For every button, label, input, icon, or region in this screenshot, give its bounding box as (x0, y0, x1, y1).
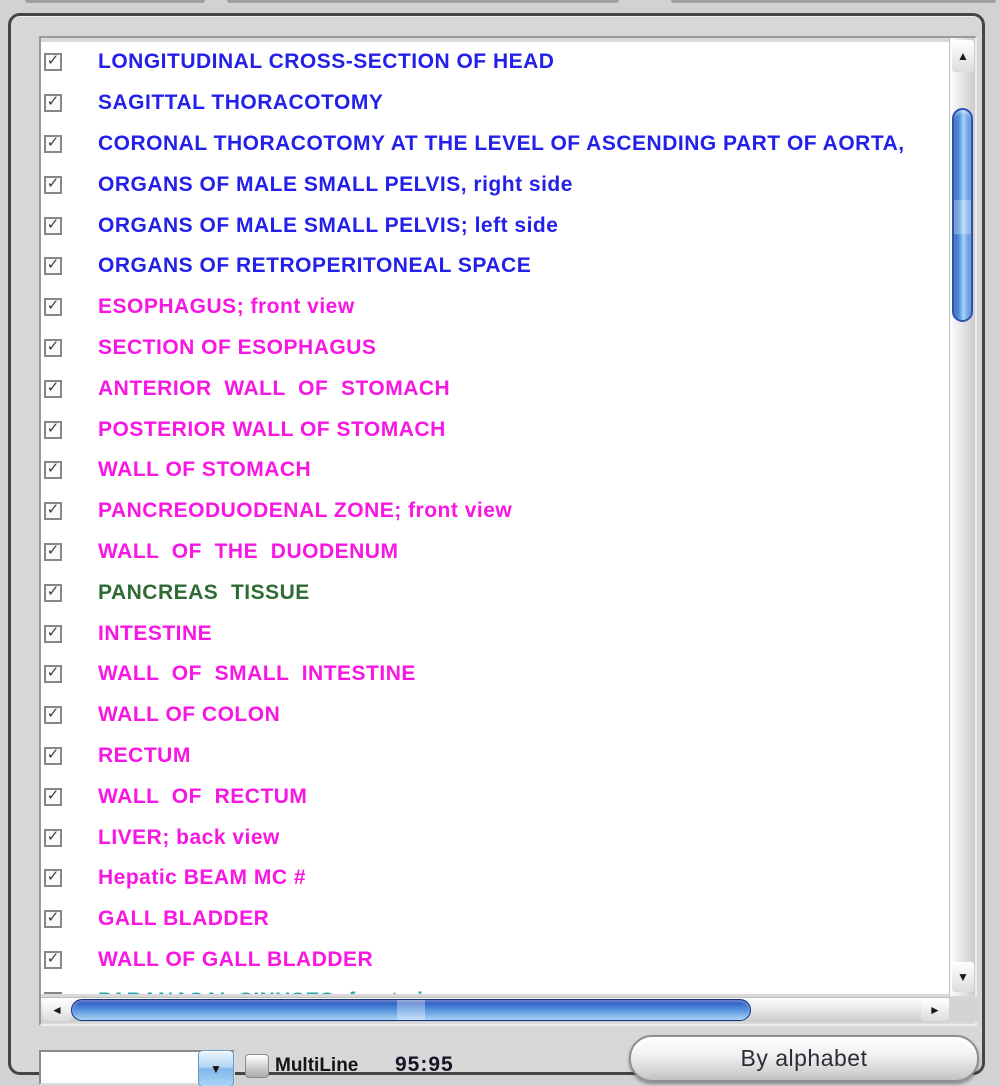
item-checkbox[interactable]: ✓ (44, 298, 62, 317)
item-label: GALL BLADDER (98, 907, 270, 931)
item-label: Hepatic BEAM MC # (98, 866, 307, 890)
scrollbar-corner (949, 997, 977, 1022)
item-label: LIVER; back view (98, 825, 280, 849)
checklist[interactable]: ✓ LONGITUDINAL CROSS-SECTION OF HEAD ✓ SAGI… (41, 42, 949, 994)
item-label: WALL OF COLON (98, 703, 281, 727)
item-label: PARANASAL SINUSES; front view (98, 989, 452, 994)
list-item[interactable]: ✓ ORGANS OF MALE SMALL PELVIS, right side (41, 164, 949, 205)
item-count: 95:95 (395, 1053, 454, 1076)
item-label: ORGANS OF MALE SMALL PELVIS; left side (98, 213, 559, 237)
item-label: RECTUM (98, 743, 191, 767)
item-checkbox[interactable]: ✓ (44, 53, 62, 72)
item-checkbox[interactable]: ✓ (44, 379, 62, 398)
item-checkbox[interactable]: ✓ (44, 338, 62, 357)
vertical-scroll-thumb[interactable] (952, 108, 973, 322)
dropdown-button[interactable]: ▼ (198, 1050, 234, 1086)
item-checkbox[interactable]: ✓ (44, 134, 62, 153)
item-label: PANCREODUODENAL ZONE; front view (98, 499, 513, 523)
app-window: ✓ LONGITUDINAL CROSS-SECTION OF HEAD ✓ SAGI… (0, 0, 1000, 1086)
item-checkbox[interactable]: ✓ (44, 461, 62, 480)
list-item[interactable]: ✓ GALL BLADDER (41, 899, 949, 940)
item-checkbox[interactable]: ✓ (44, 420, 62, 439)
left-arrow-icon: ◄ (51, 1003, 63, 1017)
item-label: WALL OF GALL BLADDER (98, 947, 374, 971)
list-item[interactable]: ✓ SECTION OF ESOPHAGUS (41, 328, 949, 369)
multiline-label: MultiLine (275, 1055, 359, 1076)
item-label: ORGANS OF RETROPERITONEAL SPACE (98, 254, 532, 278)
item-checkbox[interactable]: ✓ (44, 583, 62, 602)
item-checkbox[interactable]: ✓ (44, 746, 62, 765)
item-checkbox[interactable]: ✓ (44, 706, 62, 725)
list-item[interactable]: ✓ CORONAL THORACOTOMY AT THE LEVEL OF ASC… (41, 124, 949, 165)
main-panel: ✓ LONGITUDINAL CROSS-SECTION OF HEAD ✓ SAGI… (8, 13, 985, 1086)
list-item[interactable]: ✓ ORGANS OF RETROPERITONEAL SPACE (41, 246, 949, 287)
list-item[interactable]: ✓ RECTUM (41, 736, 949, 777)
top-edge-line (671, 0, 996, 3)
list-item[interactable]: ✓ WALL OF COLON (41, 695, 949, 736)
item-checkbox[interactable]: ✓ (44, 542, 62, 561)
list-item[interactable]: ✓ Hepatic BEAM MC # (41, 858, 949, 899)
checklist-frame: ✓ LONGITUDINAL CROSS-SECTION OF HEAD ✓ SAGI… (39, 36, 977, 1026)
dropdown[interactable]: ▼ (39, 1050, 235, 1086)
item-label: INTESTINE (98, 621, 213, 645)
item-label: POSTERIOR WALL OF STOMACH (98, 417, 446, 441)
item-label: ANTERIOR WALL OF STOMACH (98, 376, 451, 400)
item-label: CORONAL THORACOTOMY AT THE LEVEL OF ASCE… (98, 131, 905, 155)
item-label: WALL OF SMALL INTESTINE (98, 662, 416, 686)
item-checkbox[interactable]: ✓ (44, 94, 62, 113)
item-checkbox[interactable]: ✓ (44, 624, 62, 643)
item-label: SAGITTAL THORACOTOMY (98, 91, 384, 115)
item-checkbox[interactable]: ✓ (44, 257, 62, 276)
list-item[interactable]: ✓ ESOPHAGUS; front view (41, 287, 949, 328)
list-item[interactable]: ✓ SAGITTAL THORACOTOMY (41, 83, 949, 124)
item-checkbox[interactable]: ✓ (44, 828, 62, 847)
list-item[interactable]: ✓ WALL OF SMALL INTESTINE (41, 654, 949, 695)
item-checkbox[interactable]: ✓ (44, 175, 62, 194)
item-checkbox[interactable]: ✓ (44, 910, 62, 929)
list-item[interactable]: ✓ PARANASAL SINUSES; front view (41, 980, 949, 994)
by-alphabet-button[interactable]: By alphabet (629, 1035, 979, 1082)
scroll-right-button[interactable]: ► (921, 999, 949, 1021)
list-item[interactable]: ✓ WALL OF GALL BLADDER (41, 940, 949, 981)
vertical-scrollbar[interactable]: ▲ ▼ (949, 38, 975, 996)
multiline-checkbox[interactable] (245, 1054, 269, 1078)
top-edge-line (25, 0, 205, 3)
item-label: LONGITUDINAL CROSS-SECTION OF HEAD (98, 50, 555, 74)
list-item[interactable]: ✓ LIVER; back view (41, 817, 949, 858)
item-checkbox[interactable]: ✓ (44, 502, 62, 521)
scroll-down-button[interactable]: ▼ (952, 962, 974, 992)
list-item[interactable]: ✓ WALL OF RECTUM (41, 776, 949, 817)
list-item[interactable]: ✓ LONGITUDINAL CROSS-SECTION OF HEAD (41, 42, 949, 83)
item-label: ORGANS OF MALE SMALL PELVIS, right side (98, 172, 573, 196)
list-item[interactable]: ✓ ANTERIOR WALL OF STOMACH (41, 368, 949, 409)
scroll-up-button[interactable]: ▲ (952, 40, 974, 72)
up-arrow-icon: ▲ (957, 49, 969, 63)
item-label: WALL OF RECTUM (98, 784, 308, 808)
dropdown-arrow-icon: ▼ (210, 1061, 222, 1076)
list-item[interactable]: ✓ INTESTINE (41, 613, 949, 654)
item-checkbox[interactable]: ✓ (44, 787, 62, 806)
item-checkbox[interactable]: ✓ (44, 991, 62, 994)
top-edge-line (227, 0, 619, 3)
list-item[interactable]: ✓ POSTERIOR WALL OF STOMACH (41, 409, 949, 450)
horizontal-scroll-thumb[interactable] (71, 999, 751, 1021)
list-item[interactable]: ✓ PANCREAS TISSUE (41, 572, 949, 613)
list-item[interactable]: ✓ ORGANS OF MALE SMALL PELVIS; left side (41, 205, 949, 246)
item-checkbox[interactable]: ✓ (44, 869, 62, 888)
item-checkbox[interactable]: ✓ (44, 950, 62, 969)
right-arrow-icon: ► (929, 1003, 941, 1017)
item-label: WALL OF STOMACH (98, 458, 312, 482)
item-label: ESOPHAGUS; front view (98, 295, 355, 319)
item-checkbox[interactable]: ✓ (44, 665, 62, 684)
list-item[interactable]: ✓ WALL OF STOMACH (41, 450, 949, 491)
horizontal-scrollbar[interactable]: ◄ ► (41, 997, 951, 1022)
item-label: WALL OF THE DUODENUM (98, 539, 399, 563)
list-item[interactable]: ✓ WALL OF THE DUODENUM (41, 532, 949, 573)
list-item[interactable]: ✓ PANCREODUODENAL ZONE; front view (41, 491, 949, 532)
item-checkbox[interactable]: ✓ (44, 216, 62, 235)
down-arrow-icon: ▼ (957, 970, 969, 984)
scroll-left-button[interactable]: ◄ (43, 999, 71, 1021)
item-label: PANCREAS TISSUE (98, 580, 310, 604)
item-label: SECTION OF ESOPHAGUS (98, 335, 377, 359)
